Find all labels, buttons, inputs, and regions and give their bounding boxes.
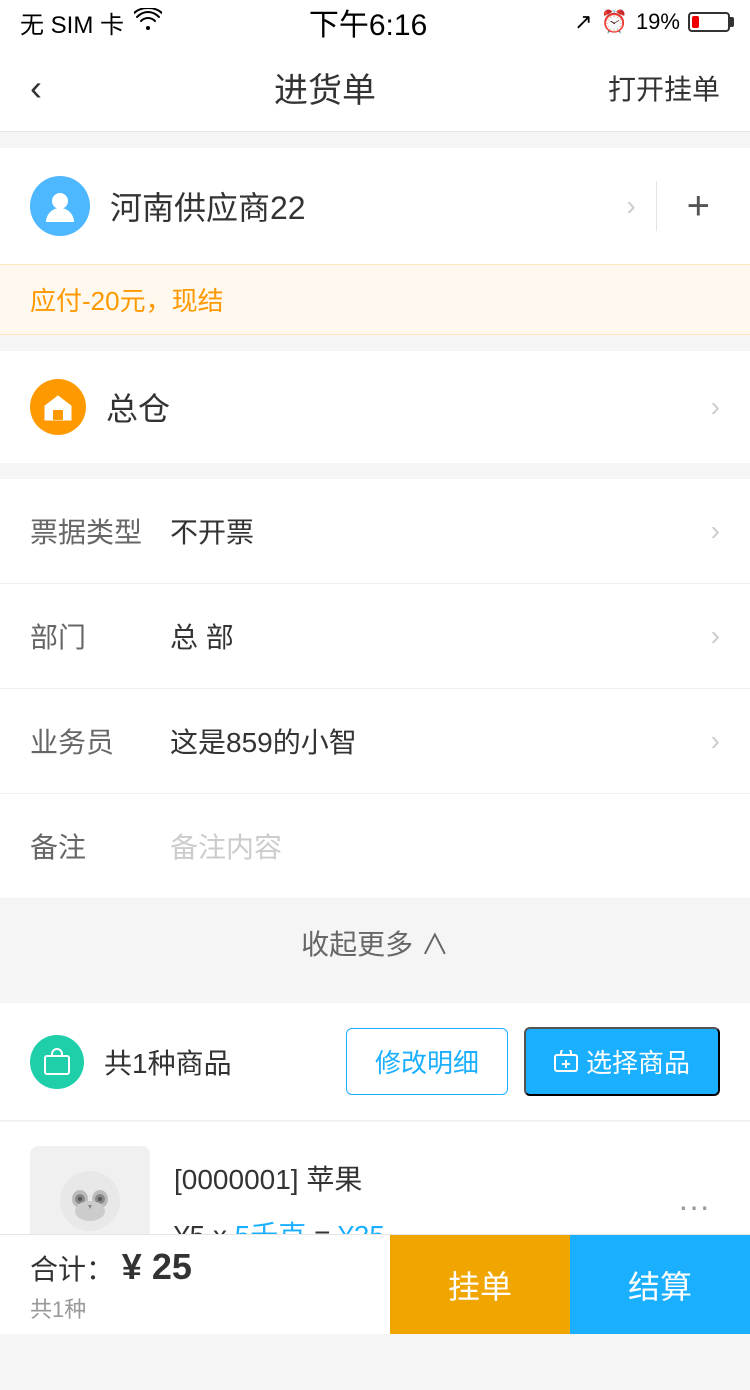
supplier-row[interactable]: 河南供应商22 › +	[0, 148, 750, 264]
info-banner: 应付-20元，现结	[0, 264, 750, 335]
department-label: 部门	[30, 616, 170, 656]
note-placeholder[interactable]: 备注内容	[170, 826, 720, 866]
form-row-salesman[interactable]: 业务员 这是859的小智 ›	[0, 689, 750, 794]
back-button[interactable]: ‹	[30, 67, 42, 109]
carrier-label: 无 SIM 卡	[20, 5, 124, 40]
add-button[interactable]: +	[677, 184, 720, 229]
product-code: [0000001]	[174, 1164, 299, 1195]
product-more-button[interactable]: ···	[668, 1188, 720, 1225]
select-product-label: 选择商品	[586, 1043, 690, 1080]
warehouse-icon	[30, 379, 86, 435]
status-bar: 无 SIM 卡 下午6:16 ↗ ⏰ 19%	[0, 0, 750, 44]
collapse-label: 收起更多 ∧	[301, 929, 449, 960]
location-icon: ↗	[574, 9, 592, 35]
product-name: [0000001] 苹果	[174, 1158, 668, 1198]
total-row: 合计： ¥ 25	[30, 1246, 360, 1288]
battery-percent: 19%	[636, 9, 680, 35]
section-divider-3	[0, 987, 750, 1003]
warehouse-row[interactable]: 总仓 ›	[0, 351, 750, 463]
note-label: 备注	[30, 826, 170, 866]
wifi-icon	[134, 8, 162, 37]
supplier-card: 河南供应商22 › + 应付-20元，现结	[0, 148, 750, 335]
form-card: 票据类型 不开票 › 部门 总 部 › 业务员 这是859的小智 › 备注 备注…	[0, 479, 750, 899]
checkout-button[interactable]: 结算	[570, 1235, 750, 1334]
page-title: 进货单	[274, 63, 376, 112]
form-row-invoice[interactable]: 票据类型 不开票 ›	[0, 479, 750, 584]
total-amount: ¥ 25	[122, 1246, 192, 1287]
status-time: 下午6:16	[309, 0, 427, 44]
invoice-label: 票据类型	[30, 511, 170, 551]
vertical-divider	[656, 181, 657, 231]
battery-icon	[688, 12, 730, 32]
department-value: 总 部	[170, 616, 701, 656]
products-count: 共1种商品	[104, 1042, 346, 1082]
hang-button[interactable]: 挂单	[390, 1235, 570, 1334]
select-product-button[interactable]: 选择商品	[524, 1027, 720, 1096]
supplier-avatar	[30, 176, 90, 236]
status-right: ↗ ⏰ 19%	[574, 9, 730, 35]
bottom-bar: 合计： ¥ 25 共1种 挂单 结算	[0, 1234, 750, 1334]
section-divider-2	[0, 463, 750, 479]
top-divider	[0, 132, 750, 148]
warehouse-name: 总仓	[106, 384, 701, 430]
nav-bar: ‹ 进货单 打开挂单	[0, 44, 750, 132]
supplier-name: 河南供应商22	[110, 183, 616, 229]
form-row-note[interactable]: 备注 备注内容	[0, 794, 750, 899]
alarm-icon: ⏰	[601, 9, 628, 35]
product-title: 苹果	[306, 1164, 362, 1195]
salesman-value: 这是859的小智	[170, 721, 701, 761]
open-hang-button[interactable]: 打开挂单	[608, 68, 720, 108]
warehouse-chevron-icon: ›	[711, 391, 720, 423]
salesman-chevron-icon: ›	[711, 725, 720, 757]
total-label: 合计：	[30, 1254, 114, 1285]
status-left: 无 SIM 卡	[20, 5, 162, 40]
invoice-chevron-icon: ›	[711, 515, 720, 547]
total-count: 共1种	[30, 1292, 360, 1324]
products-header: 共1种商品 修改明细 选择商品	[0, 1003, 750, 1121]
salesman-label: 业务员	[30, 721, 170, 761]
supplier-chevron-icon: ›	[626, 190, 635, 222]
form-row-department[interactable]: 部门 总 部 ›	[0, 584, 750, 689]
department-chevron-icon: ›	[711, 620, 720, 652]
invoice-value: 不开票	[170, 511, 701, 551]
section-divider-1	[0, 335, 750, 351]
collapse-row[interactable]: 收起更多 ∧	[0, 899, 750, 987]
edit-detail-button[interactable]: 修改明细	[346, 1028, 508, 1095]
total-area: 合计： ¥ 25 共1种	[0, 1235, 390, 1334]
products-icon	[30, 1035, 84, 1089]
